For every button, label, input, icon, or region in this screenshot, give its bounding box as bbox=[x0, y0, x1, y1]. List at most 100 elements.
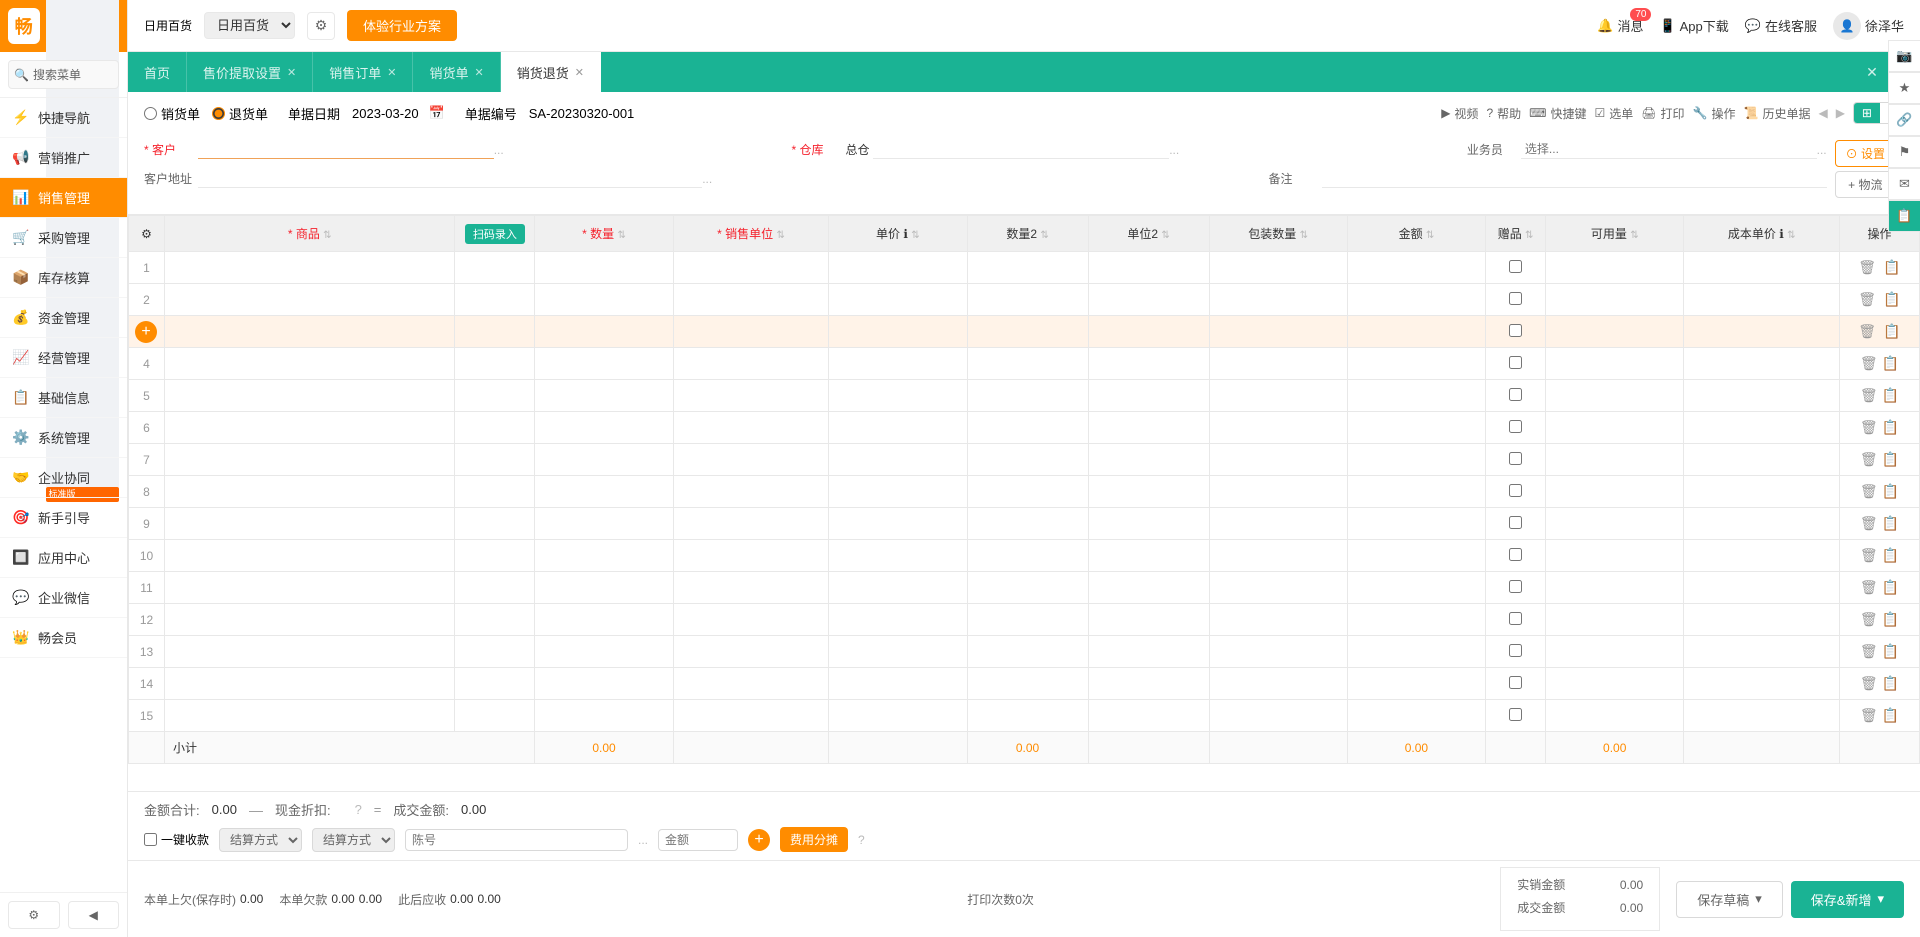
tab-sales-delivery[interactable]: 销货单 ✕ bbox=[413, 52, 500, 92]
sales-unit-cell[interactable] bbox=[673, 284, 829, 316]
one-click-payment-checkbox[interactable]: 一键收款 bbox=[144, 831, 209, 848]
sidebar-item-system[interactable]: ⚙️ 系统管理 bbox=[0, 418, 127, 458]
sidebar-item-guide[interactable]: 🎯 新手引导 bbox=[0, 498, 127, 538]
gift-checkbox[interactable] bbox=[1509, 516, 1522, 529]
unit-price-info-icon[interactable]: ℹ bbox=[903, 227, 908, 241]
unit-price-sort-icon[interactable]: ⇅ bbox=[911, 230, 919, 241]
account-input[interactable] bbox=[405, 829, 628, 851]
qty2-sort-icon[interactable]: ⇅ bbox=[1040, 230, 1048, 241]
cash-discount-info[interactable]: ? bbox=[355, 802, 362, 817]
delete-row-button[interactable]: 🗑 bbox=[1858, 609, 1880, 630]
sidebar-item-sales[interactable]: 📊 销售管理 bbox=[0, 178, 127, 218]
operate-action[interactable]: 🔧 操作 bbox=[1693, 105, 1736, 122]
delete-row-button[interactable]: 🗑 bbox=[1858, 481, 1880, 502]
close-sales-order-tab[interactable]: ✕ bbox=[387, 66, 396, 79]
quantity2-cell[interactable] bbox=[967, 252, 1088, 284]
fee-help-icon[interactable]: ? bbox=[858, 833, 865, 847]
close-price-setting-tab[interactable]: ✕ bbox=[287, 66, 296, 79]
amount-cell[interactable] bbox=[1347, 316, 1485, 348]
gift-checkbox[interactable] bbox=[1509, 580, 1522, 593]
unit2-cell[interactable] bbox=[1088, 252, 1209, 284]
sidebar-item-enterprise[interactable]: 🤝 企业协同 bbox=[0, 458, 127, 498]
sidebar-item-wechat[interactable]: 💬 企业微信 bbox=[0, 578, 127, 618]
copy-row-button[interactable]: 📋 bbox=[1881, 289, 1902, 310]
gift-checkbox[interactable] bbox=[1509, 484, 1522, 497]
payment-amount-input[interactable] bbox=[658, 829, 738, 851]
quantity-cell[interactable] bbox=[535, 252, 673, 284]
gift-checkbox[interactable] bbox=[1509, 676, 1522, 689]
shortcut-action[interactable]: ⌨ 快捷键 bbox=[1529, 105, 1586, 122]
gift-checkbox[interactable] bbox=[1509, 292, 1522, 305]
unit-price-cell[interactable] bbox=[829, 252, 967, 284]
nav-dropdown[interactable]: 日用百货 bbox=[204, 12, 295, 39]
delete-row-button[interactable]: 🗑 bbox=[1858, 449, 1880, 470]
salesman-dots[interactable]: ... bbox=[1817, 143, 1827, 157]
product-input-active[interactable] bbox=[171, 325, 448, 339]
unit2-cell[interactable] bbox=[1088, 316, 1209, 348]
customer-dots[interactable]: ... bbox=[494, 143, 504, 157]
copy-row-button[interactable]: 📋 bbox=[1880, 481, 1901, 502]
sidebar-item-basic[interactable]: 📋 基础信息 bbox=[0, 378, 127, 418]
sidebar-item-purchase[interactable]: 🛒 采购管理 bbox=[0, 218, 127, 258]
rfloat-flag-button[interactable]: ⚑ bbox=[1888, 136, 1920, 168]
gift-checkbox[interactable] bbox=[1509, 708, 1522, 721]
th-settings[interactable]: ⚙ bbox=[129, 216, 165, 252]
delete-row-button[interactable]: 🗑 bbox=[1858, 705, 1880, 726]
close-window-button[interactable]: ✕ bbox=[1860, 60, 1884, 84]
delete-row-button[interactable]: 🗑 bbox=[1858, 353, 1880, 374]
sidebar-item-apps[interactable]: 🔲 应用中心 bbox=[0, 538, 127, 578]
sidebar-item-marketing[interactable]: 📢 营销推广 bbox=[0, 138, 127, 178]
gift-checkbox[interactable] bbox=[1509, 388, 1522, 401]
close-sales-delivery-tab[interactable]: ✕ bbox=[475, 66, 484, 79]
copy-row-button[interactable]: 📋 bbox=[1880, 545, 1901, 566]
close-sales-return-tab[interactable]: ✕ bbox=[575, 66, 584, 79]
delete-row-button[interactable]: 🗑 bbox=[1858, 385, 1880, 406]
address-dots[interactable]: ... bbox=[702, 172, 712, 186]
product-cell[interactable] bbox=[165, 284, 455, 316]
delete-row-button[interactable]: 🗑 bbox=[1858, 577, 1880, 598]
sidebar-collapse-button[interactable]: ◀ bbox=[68, 901, 120, 929]
copy-row-button[interactable]: 📋 bbox=[1880, 449, 1901, 470]
unit2-cell[interactable] bbox=[1088, 284, 1209, 316]
video-action[interactable]: ▶ 视频 bbox=[1441, 105, 1478, 122]
rfloat-photo-button[interactable]: 📷 bbox=[1888, 40, 1920, 72]
tab-sales-return[interactable]: 销货退货 ✕ bbox=[501, 52, 601, 92]
search-menu-button[interactable]: 🔍 搜索菜单 bbox=[8, 60, 119, 89]
add-payment-button[interactable]: + bbox=[748, 829, 770, 851]
copy-row-button[interactable]: 📋 bbox=[1880, 673, 1901, 694]
tab-home[interactable]: 首页 bbox=[128, 52, 187, 92]
unit2-sort-icon[interactable]: ⇅ bbox=[1161, 230, 1169, 241]
history-action[interactable]: 📜 历史单据 bbox=[1743, 105, 1810, 122]
rfloat-link-button[interactable]: 🔗 bbox=[1888, 104, 1920, 136]
remark-input[interactable] bbox=[1322, 169, 1826, 188]
copy-row-button[interactable]: 📋 bbox=[1880, 417, 1901, 438]
sidebar-item-finance[interactable]: 💰 资金管理 bbox=[0, 298, 127, 338]
quantity-cell[interactable] bbox=[535, 284, 673, 316]
delete-row-button[interactable]: 🗑 bbox=[1856, 321, 1878, 342]
sales-unit-cell[interactable] bbox=[673, 316, 829, 348]
cost-info-icon[interactable]: ℹ bbox=[1779, 227, 1784, 241]
help-action[interactable]: ? 帮助 bbox=[1486, 105, 1521, 122]
amount-cell[interactable] bbox=[1347, 252, 1485, 284]
delete-row-button[interactable]: 🗑 bbox=[1856, 289, 1878, 310]
tab-price-setting[interactable]: 售价提取设置 ✕ bbox=[187, 52, 313, 92]
product-cell-active[interactable] bbox=[165, 316, 455, 348]
copy-row-button[interactable]: 📋 bbox=[1880, 641, 1901, 662]
account-dots[interactable]: ... bbox=[638, 833, 648, 847]
gift-sort-icon[interactable]: ⇅ bbox=[1525, 230, 1533, 241]
quantity2-cell[interactable] bbox=[967, 284, 1088, 316]
save-new-button[interactable]: 保存&新增 ▾ bbox=[1791, 881, 1904, 918]
quantity2-cell[interactable] bbox=[967, 316, 1088, 348]
gift-checkbox[interactable] bbox=[1509, 612, 1522, 625]
copy-row-button[interactable]: 📋 bbox=[1880, 385, 1901, 406]
amount-sort-icon[interactable]: ⇅ bbox=[1426, 230, 1434, 241]
sales-unit-sort-icon[interactable]: ⇅ bbox=[776, 230, 784, 241]
sidebar-item-operation[interactable]: 📈 经营管理 bbox=[0, 338, 127, 378]
product-sort-icon[interactable]: ⇅ bbox=[323, 230, 331, 241]
return-radio-input[interactable] bbox=[212, 107, 225, 120]
return-radio[interactable]: 退货单 bbox=[212, 104, 268, 123]
settings-side-button[interactable]: ⊙ 设置 bbox=[1835, 140, 1896, 167]
copy-row-button[interactable]: 📋 bbox=[1880, 705, 1901, 726]
calendar-icon[interactable]: 📅 bbox=[429, 105, 445, 121]
amount-cell[interactable] bbox=[1347, 284, 1485, 316]
